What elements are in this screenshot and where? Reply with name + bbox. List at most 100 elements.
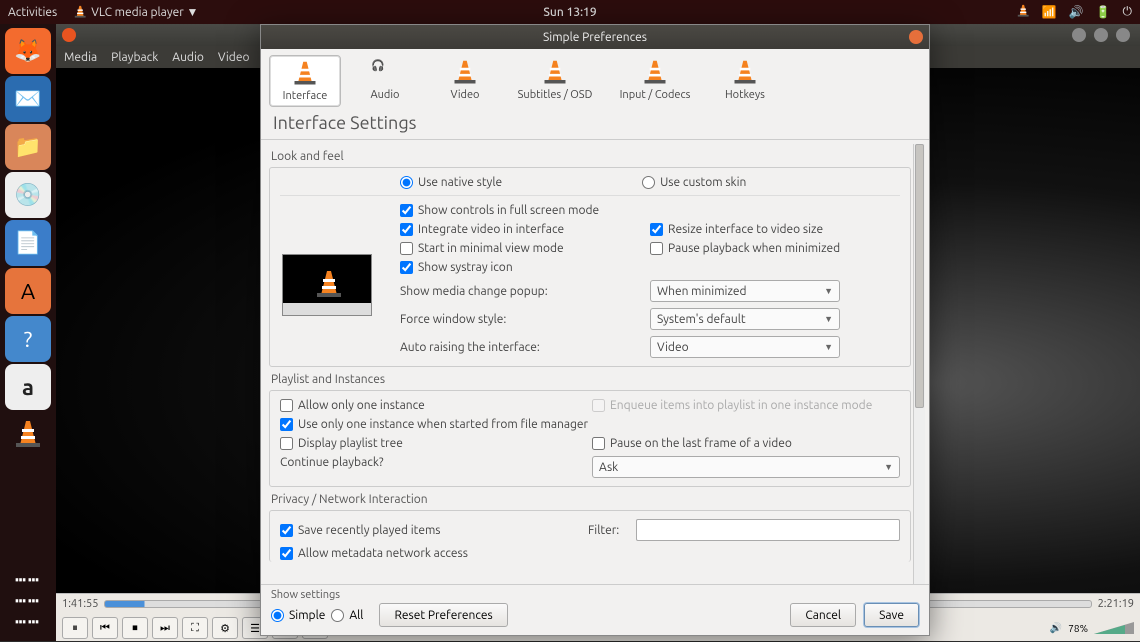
dialog-close-icon[interactable] <box>909 30 923 44</box>
cancel-button[interactable]: Cancel <box>790 603 856 627</box>
window-max-icon[interactable] <box>1094 28 1108 42</box>
next-button[interactable]: ⏭ <box>152 617 178 639</box>
chk-one-instance-fm[interactable]: Use only one instance when started from … <box>280 418 900 431</box>
chk-systray[interactable]: Show systray icon <box>400 261 630 274</box>
fullscreen-button[interactable]: ⛶ <box>182 617 208 639</box>
launcher-software[interactable]: A <box>5 268 51 314</box>
dialog-titlebar: Simple Preferences <box>261 25 929 49</box>
wifi-icon[interactable]: 📶 <box>1042 5 1057 19</box>
chk-playlist-tree[interactable]: Display playlist tree <box>280 437 580 450</box>
menu-media[interactable]: Media <box>64 51 97 64</box>
chevron-down-icon: ▼ <box>824 314 833 324</box>
gnome-top-panel: Activities VLC media player ▼ Sun 13:19 … <box>0 0 1140 24</box>
launcher-writer[interactable]: 📄 <box>5 220 51 266</box>
elapsed-time[interactable]: 1:41:55 <box>62 598 98 610</box>
pause-button[interactable]: ⏸ <box>62 617 88 639</box>
chk-label: Integrate video in interface <box>418 223 564 236</box>
menu-audio[interactable]: Audio <box>172 51 204 64</box>
window-min-icon[interactable] <box>1072 28 1086 42</box>
volume-label: 78% <box>1068 623 1088 634</box>
cat-interface[interactable]: Interface <box>269 55 341 107</box>
total-time[interactable]: 2:21:19 <box>1098 598 1134 610</box>
mute-icon[interactable]: 🔊 <box>1050 622 1062 634</box>
radio-all[interactable]: All <box>331 609 363 622</box>
radio-custom-skin[interactable]: Use custom skin <box>642 176 746 189</box>
chk-one-instance[interactable]: Allow only one instance <box>280 399 580 412</box>
launcher-help[interactable]: ? <box>5 316 51 362</box>
chk-label: Resize interface to video size <box>668 223 823 236</box>
select-value: When minimized <box>657 285 747 298</box>
group-playlist: Allow only one instance Enqueue items in… <box>269 390 911 487</box>
select-window-style[interactable]: System's default▼ <box>650 308 840 330</box>
chk-show-controls-fs[interactable]: Show controls in full screen mode <box>400 204 630 217</box>
tray-vlc-icon[interactable] <box>1016 4 1030 21</box>
cat-subtitles[interactable]: Subtitles / OSD <box>509 55 601 107</box>
clock[interactable]: Sun 13:19 <box>543 6 596 19</box>
cat-audio[interactable]: 🎧Audio <box>349 55 421 107</box>
btn-label: Cancel <box>805 609 841 622</box>
chevron-down-icon: ▼ <box>884 462 893 472</box>
cat-hotkeys[interactable]: Hotkeys <box>709 55 781 107</box>
settings-scroll: Look and feel Use native style Use custo… <box>269 144 925 584</box>
chk-pause-last-frame[interactable]: Pause on the last frame of a video <box>592 437 900 450</box>
filter-input[interactable] <box>636 519 900 541</box>
launcher-files[interactable]: 📁 <box>5 124 51 170</box>
volume-icon[interactable]: 🔊 <box>1069 5 1084 19</box>
chk-minimal-view[interactable]: Start in minimal view mode <box>400 242 630 255</box>
btn-label: Reset Preferences <box>394 609 492 622</box>
launcher-apps-grid[interactable]: ┅┅┅┅┅┅ <box>15 570 41 633</box>
launcher-rhythmbox[interactable]: 💿 <box>5 172 51 218</box>
launcher-firefox[interactable]: 🦊 <box>5 28 51 74</box>
power-icon[interactable]: ⏻ <box>1123 5 1133 19</box>
unity-launcher: 🦊 ✉️ 📁 💿 📄 A ? a ┅┅┅┅┅┅ <box>0 24 56 641</box>
cat-label: Input / Codecs <box>620 89 691 101</box>
stop-button[interactable]: ⏹ <box>122 617 148 639</box>
select-media-popup[interactable]: When minimized ▼ <box>650 280 840 302</box>
skin-preview <box>282 254 372 316</box>
chk-pause-minimized[interactable]: Pause playback when minimized <box>650 242 900 255</box>
menu-video[interactable]: Video <box>218 51 250 64</box>
chk-metadata-access[interactable]: Allow metadata network access <box>280 547 900 560</box>
menu-playback[interactable]: Playback <box>111 51 158 64</box>
window-close-icon[interactable] <box>62 28 76 42</box>
radio-simple[interactable]: Simple <box>271 609 325 622</box>
cat-label: Audio <box>371 89 400 101</box>
reset-button[interactable]: Reset Preferences <box>379 603 507 627</box>
scrollbar[interactable] <box>913 144 925 584</box>
chk-label: Use only one instance when started from … <box>298 418 588 431</box>
volume-slider[interactable] <box>1094 620 1134 636</box>
app-menu[interactable]: VLC media player ▼ <box>73 5 198 19</box>
scrollbar-thumb[interactable] <box>915 144 924 408</box>
preferences-dialog: Simple Preferences Interface 🎧Audio Vide… <box>260 24 930 636</box>
lbl-auto-raise: Auto raising the interface: <box>400 341 630 354</box>
chk-save-recent[interactable]: Save recently played items <box>280 524 580 537</box>
chk-resize-interface[interactable]: Resize interface to video size <box>650 223 900 236</box>
battery-icon[interactable]: 🔋 <box>1096 5 1111 19</box>
chk-integrate-video[interactable]: Integrate video in interface <box>400 223 630 236</box>
launcher-thunderbird[interactable]: ✉️ <box>5 76 51 122</box>
cat-label: Hotkeys <box>725 89 765 101</box>
select-auto-raise[interactable]: Video▼ <box>650 336 840 358</box>
chk-label: Show systray icon <box>418 261 513 274</box>
ext-button[interactable]: ⚙ <box>212 617 238 639</box>
dialog-title: Simple Preferences <box>543 31 647 44</box>
chevron-down-icon: ▼ <box>824 286 833 296</box>
cat-label: Interface <box>283 90 328 102</box>
cat-video[interactable]: Video <box>429 55 501 107</box>
prev-button[interactable]: ⏮ <box>92 617 118 639</box>
cat-label: Subtitles / OSD <box>518 89 593 101</box>
select-continue-playback[interactable]: Ask▼ <box>592 456 900 478</box>
cat-input[interactable]: Input / Codecs <box>609 55 701 107</box>
window-close2-icon[interactable] <box>1116 28 1130 42</box>
chevron-down-icon: ▼ <box>824 342 833 352</box>
save-button[interactable]: Save <box>864 603 919 627</box>
radio-native-style[interactable]: Use native style <box>400 176 502 189</box>
launcher-vlc[interactable] <box>5 412 51 458</box>
radio-label: All <box>349 609 363 622</box>
chk-label: Enqueue items into playlist in one insta… <box>610 399 872 412</box>
section-heading: Interface Settings <box>261 109 929 140</box>
launcher-amazon[interactable]: a <box>5 364 51 410</box>
group-privacy: Save recently played items Filter: Allow… <box>269 510 911 562</box>
category-row: Interface 🎧Audio Video Subtitles / OSD I… <box>261 49 929 109</box>
activities-button[interactable]: Activities <box>8 6 57 19</box>
